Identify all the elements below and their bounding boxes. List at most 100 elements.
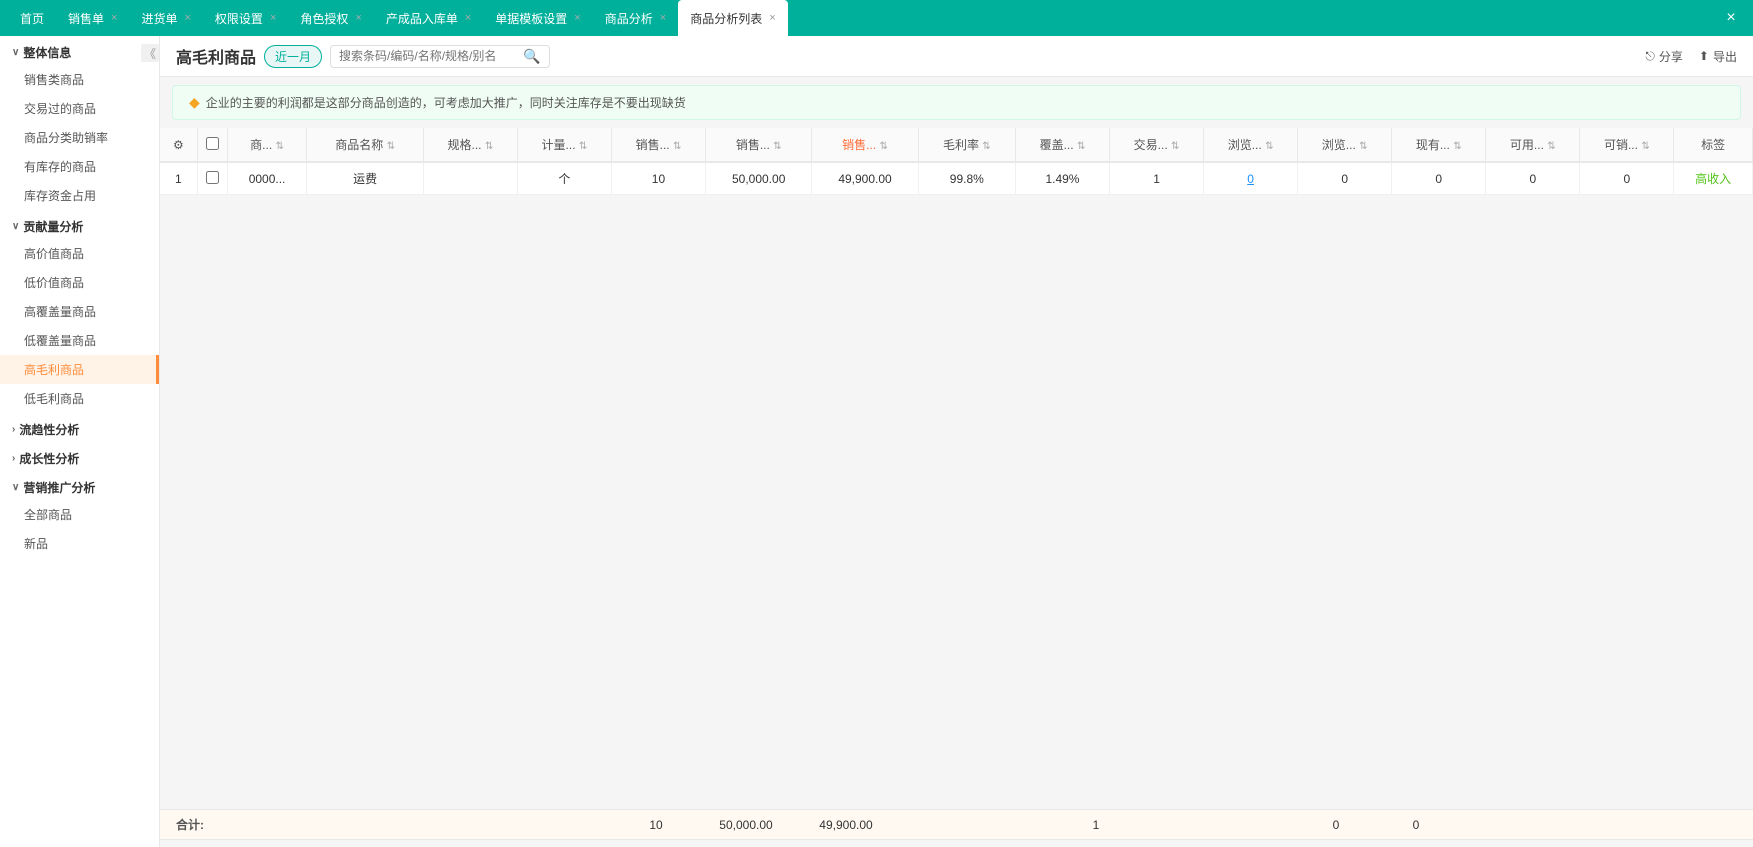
cell-transactions: 1: [1110, 162, 1204, 195]
th-coverage[interactable]: 覆盖... ⇅: [1015, 128, 1109, 162]
close-purchase-order[interactable]: ×: [184, 12, 190, 24]
footer-label: 合计:: [176, 816, 336, 833]
table-row: 1 0000... 运费 个 10 50,000.00 49,900.00 99…: [160, 162, 1753, 195]
scrollbar-area[interactable]: [160, 839, 1753, 847]
th-unit[interactable]: 计量... ⇅: [517, 128, 611, 162]
th-transactions[interactable]: 交易... ⇅: [1110, 128, 1204, 162]
sidebar: 《 ∨ 整体信息 销售类商品 交易过的商品 商品分类助销率 有库存的商品 库存资…: [0, 36, 160, 847]
th-sales-amount[interactable]: 销售... ⇅: [706, 128, 812, 162]
close-finished-goods[interactable]: ×: [465, 12, 471, 24]
sidebar-item-low-value[interactable]: 低价值商品: [0, 268, 159, 297]
th-views1[interactable]: 浏览... ⇅: [1204, 128, 1298, 162]
close-sales-order[interactable]: ×: [111, 12, 117, 24]
close-role-auth[interactable]: ×: [355, 12, 361, 24]
cell-views2: 0: [1298, 162, 1392, 195]
footer-sales-amount: 50,000.00: [696, 818, 796, 832]
sidebar-collapse-button[interactable]: 《: [141, 44, 159, 62]
nav-role-auth[interactable]: 角色授权 ×: [288, 0, 373, 36]
close-permission[interactable]: ×: [270, 12, 276, 24]
th-gross-margin[interactable]: 毛利率 ⇅: [918, 128, 1015, 162]
search-box: 🔍: [330, 45, 550, 68]
cell-tag: 高收入: [1674, 162, 1753, 195]
nav-purchase-order[interactable]: 进货单 ×: [129, 0, 202, 36]
data-table-wrapper[interactable]: ⚙ 商... ⇅ 商品名称 ⇅ 规格... ⇅ 计量... ⇅ 销售... ⇅ …: [160, 128, 1753, 809]
sidebar-item-low-coverage[interactable]: 低覆盖量商品: [0, 326, 159, 355]
main-layout: 《 ∨ 整体信息 销售类商品 交易过的商品 商品分类助销率 有库存的商品 库存资…: [0, 36, 1753, 847]
sidebar-group-contribution[interactable]: ∨ 贡献量分析: [0, 210, 159, 239]
footer-sales-profit: 49,900.00: [796, 818, 896, 832]
nav-finished-goods[interactable]: 产成品入库单 ×: [374, 0, 483, 36]
th-spec[interactable]: 规格... ⇅: [423, 128, 517, 162]
th-tag: 标签: [1674, 128, 1753, 162]
nav-template-settings[interactable]: 单据模板设置 ×: [483, 0, 592, 36]
cell-views1[interactable]: 0: [1204, 162, 1298, 195]
sidebar-group-trend[interactable]: › 流趋性分析: [0, 413, 159, 442]
sidebar-item-high-coverage[interactable]: 高覆盖量商品: [0, 297, 159, 326]
close-product-analysis[interactable]: ×: [660, 12, 666, 24]
th-views2[interactable]: 浏览... ⇅: [1298, 128, 1392, 162]
nav-sales-order[interactable]: 销售单 ×: [56, 0, 129, 36]
cell-gross-margin: 99.8%: [918, 162, 1015, 195]
group-arrow-trend: ›: [12, 424, 15, 435]
cell-coverage: 1.49%: [1015, 162, 1109, 195]
sidebar-item-category-rate[interactable]: 商品分类助销率: [0, 123, 159, 152]
cell-seq: 1: [160, 162, 197, 195]
th-sales-profit[interactable]: 销售... ⇅: [812, 128, 918, 162]
cell-sales-count: 10: [611, 162, 705, 195]
cell-stock-available: 0: [1486, 162, 1580, 195]
th-stock-saleable[interactable]: 可销... ⇅: [1580, 128, 1674, 162]
cell-unit: 个: [517, 162, 611, 195]
sidebar-item-stock-capital[interactable]: 库存资金占用: [0, 181, 159, 210]
group-arrow-contribution: ∨: [12, 221, 19, 232]
th-name[interactable]: 商品名称 ⇅: [307, 128, 423, 162]
search-input[interactable]: [339, 49, 519, 63]
cell-name: 运费: [307, 162, 423, 195]
select-all-checkbox[interactable]: [206, 137, 219, 150]
footer-summary-bar: 合计: 10 50,000.00 49,900.00 1 0 0: [160, 809, 1753, 839]
content-area: 高毛利商品 近一月 🔍 ⎋ 分享 ⬆ 导出 ◆ 企业的主要的利润都是这部分商品创…: [160, 36, 1753, 847]
sidebar-group-marketing[interactable]: ∨ 营销推广分析: [0, 471, 159, 500]
sidebar-group-growth[interactable]: › 成长性分析: [0, 442, 159, 471]
group-arrow-overall: ∨: [12, 47, 19, 58]
cell-checkbox[interactable]: [197, 162, 227, 195]
th-settings[interactable]: ⚙: [160, 128, 197, 162]
cell-stock-saleable: 0: [1580, 162, 1674, 195]
nav-analysis-list[interactable]: 商品分析列表 ×: [678, 0, 787, 36]
sidebar-item-all-goods[interactable]: 全部商品: [0, 500, 159, 529]
export-button[interactable]: ⬆ 导出: [1699, 48, 1737, 65]
nav-product-analysis[interactable]: 商品分析 ×: [593, 0, 678, 36]
sidebar-item-high-margin[interactable]: 高毛利商品: [0, 355, 159, 384]
info-icon: ◆: [189, 94, 200, 111]
page-title: 高毛利商品: [176, 44, 256, 68]
footer-transactions: 1: [1056, 818, 1136, 832]
period-button[interactable]: 近一月: [264, 45, 322, 68]
close-template[interactable]: ×: [574, 12, 580, 24]
share-button[interactable]: ⎋ 分享: [1645, 48, 1683, 65]
sidebar-item-high-value[interactable]: 高价值商品: [0, 239, 159, 268]
th-stock-current[interactable]: 现有... ⇅: [1392, 128, 1486, 162]
th-code[interactable]: 商... ⇅: [227, 128, 307, 162]
cell-sales-profit: 49,900.00: [812, 162, 918, 195]
content-header: 高毛利商品 近一月 🔍 ⎋ 分享 ⬆ 导出: [160, 36, 1753, 77]
group-arrow-marketing: ∨: [12, 482, 19, 493]
th-sales-count[interactable]: 销售... ⇅: [611, 128, 705, 162]
sidebar-group-overall[interactable]: ∨ 整体信息: [0, 36, 159, 65]
search-icon[interactable]: 🔍: [523, 48, 540, 65]
window-close-button[interactable]: ×: [1717, 4, 1745, 32]
th-stock-available[interactable]: 可用... ⇅: [1486, 128, 1580, 162]
sidebar-item-low-margin[interactable]: 低毛利商品: [0, 384, 159, 413]
nav-home[interactable]: 首页: [8, 0, 56, 36]
sidebar-item-sales-goods[interactable]: 销售类商品: [0, 65, 159, 94]
header-actions: ⎋ 分享 ⬆ 导出: [1645, 48, 1737, 65]
close-analysis-list[interactable]: ×: [769, 12, 775, 24]
cell-sales-amount: 50,000.00: [706, 162, 812, 195]
sidebar-item-new-products[interactable]: 新品: [0, 529, 159, 558]
info-text: 企业的主要的利润都是这部分商品创造的，可考虑加大推广，同时关注库存是不要出现缺货: [206, 94, 686, 111]
nav-permission-settings[interactable]: 权限设置 ×: [203, 0, 288, 36]
row-checkbox[interactable]: [206, 171, 219, 184]
sidebar-item-traded-goods[interactable]: 交易过的商品: [0, 94, 159, 123]
th-checkbox[interactable]: [197, 128, 227, 162]
sidebar-item-in-stock-goods[interactable]: 有库存的商品: [0, 152, 159, 181]
share-icon: ⎋: [1645, 49, 1655, 64]
group-arrow-growth: ›: [12, 453, 15, 464]
